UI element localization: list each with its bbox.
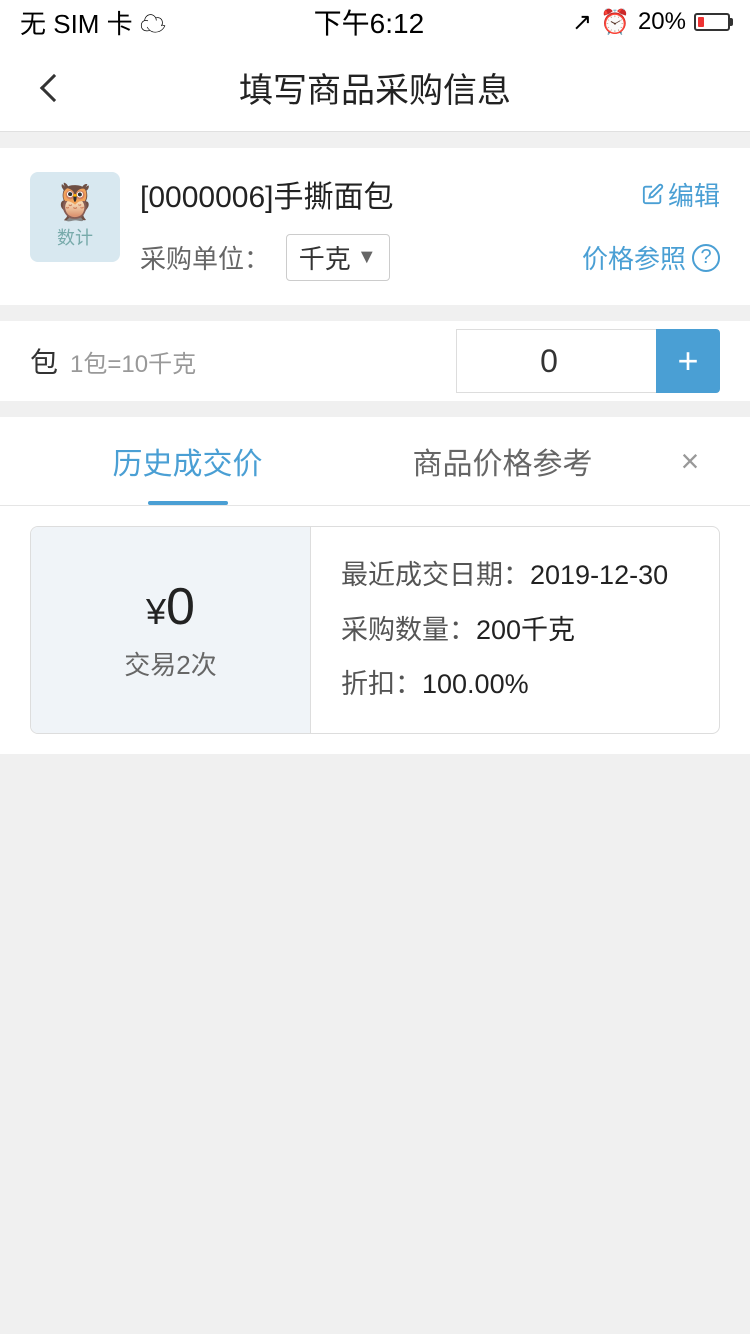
unit-value: 千克 (299, 239, 351, 276)
price-ref-label: 价格参照 (582, 239, 686, 276)
card-trade-count: 交易2次 (124, 645, 216, 682)
tabs-section: 历史成交价 商品价格参考 × (0, 417, 750, 506)
card-discount-row: 折扣：100.00% (341, 664, 689, 705)
logo-subtitle: 数计 (57, 224, 93, 250)
tab-product-label: 商品价格参考 (413, 439, 593, 483)
card-date-row: 最近成交日期：2019-12-30 (341, 555, 689, 596)
help-icon: ? (692, 244, 720, 272)
card-qty-row: 采购数量：200千克 (341, 610, 689, 651)
edit-button[interactable]: 编辑 (642, 176, 720, 213)
price-value: 0 (166, 578, 195, 636)
quantity-section: 包 1包=10千克 + (0, 321, 750, 401)
battery-percent: 20% (638, 8, 686, 36)
price-symbol: ¥ (146, 591, 166, 632)
dropdown-arrow-icon: ▼ (357, 246, 377, 269)
status-right: ↗ ⏰ 20% (572, 8, 730, 37)
price-ref-button[interactable]: 价格参照 ? (582, 239, 720, 276)
nav-header: 填写商品采购信息 (0, 44, 750, 132)
quantity-input[interactable] (456, 329, 656, 393)
card-price: ¥0 (146, 577, 195, 637)
product-logo-icon: 🦉 (53, 184, 98, 220)
edit-icon (642, 183, 664, 205)
tab-product-price[interactable]: 商品价格参考 (345, 417, 660, 505)
card-section: ¥0 交易2次 最近成交日期：2019-12-30 采购数量：200千克 折扣：… (0, 506, 750, 754)
history-card: ¥0 交易2次 最近成交日期：2019-12-30 采购数量：200千克 折扣：… (30, 526, 720, 734)
qty-value: 200千克 (476, 615, 575, 645)
back-button[interactable] (20, 58, 80, 118)
battery-icon (694, 13, 730, 31)
product-thumbnail: 🦉 数计 (30, 172, 120, 262)
tab-history-label: 历史成交价 (113, 439, 263, 483)
status-left: 无 SIM 卡 ☁ (20, 4, 166, 41)
qty-label: 采购数量： (341, 615, 476, 645)
quantity-label-group: 包 1包=10千克 (30, 341, 196, 381)
product-section: 🦉 数计 [0000006]手撕面包 编辑 采购单位： 千克 (0, 148, 750, 305)
discount-label: 折扣： (341, 669, 422, 699)
discount-value: 100.00% (422, 669, 529, 699)
card-right: 最近成交日期：2019-12-30 采购数量：200千克 折扣：100.00% (311, 527, 719, 733)
status-time: 下午6:12 (314, 2, 425, 42)
edit-label: 编辑 (668, 176, 720, 213)
purchase-unit-label: 采购单位： (140, 244, 270, 274)
purchase-unit-group: 采购单位： 千克 ▼ (140, 234, 390, 281)
quantity-plus-button[interactable]: + (656, 329, 720, 393)
quantity-conversion: 1包=10千克 (70, 344, 196, 379)
tab-close-button[interactable]: × (660, 431, 720, 491)
quantity-input-group: + (456, 329, 720, 393)
date-label: 最近成交日期： (341, 560, 530, 590)
close-icon: × (681, 443, 700, 480)
purchase-unit-row: 采购单位： 千克 ▼ 价格参照 ? (140, 234, 720, 281)
card-left: ¥0 交易2次 (31, 527, 311, 733)
product-name-row: [0000006]手撕面包 编辑 (140, 172, 720, 216)
quantity-unit-badge: 包 (30, 341, 58, 381)
tabs-header: 历史成交价 商品价格参考 × (0, 417, 750, 505)
date-value: 2019-12-30 (530, 560, 668, 590)
product-info: [0000006]手撕面包 编辑 采购单位： 千克 ▼ (140, 172, 720, 281)
unit-dropdown[interactable]: 千克 ▼ (286, 234, 390, 281)
page-title: 填写商品采购信息 (239, 63, 511, 112)
product-name: [0000006]手撕面包 (140, 172, 393, 216)
back-icon (40, 73, 68, 101)
status-bar: 无 SIM 卡 ☁ 下午6:12 ↗ ⏰ 20% (0, 0, 750, 44)
product-row: 🦉 数计 [0000006]手撕面包 编辑 采购单位： 千克 (30, 172, 720, 281)
location-icon: ↗ (572, 8, 592, 37)
tab-history-price[interactable]: 历史成交价 (30, 417, 345, 505)
alarm-icon: ⏰ (600, 8, 630, 37)
